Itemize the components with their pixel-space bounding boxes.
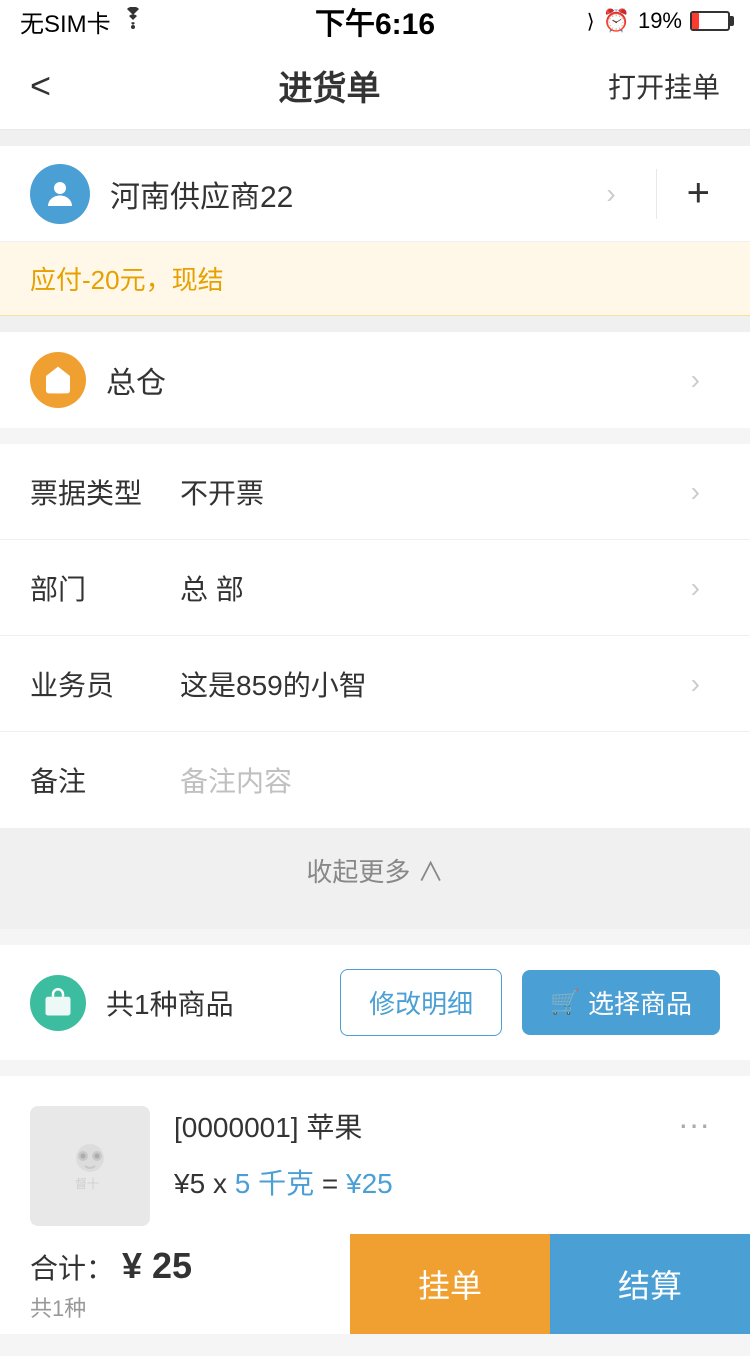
wifi-icon bbox=[119, 7, 147, 36]
total-sub: 共1种 bbox=[30, 1291, 320, 1323]
status-right: ⟩ ⏰ 19% bbox=[587, 8, 730, 34]
status-bar: 无SIM卡 下午6:16 ⟩ ⏰ 19% bbox=[0, 0, 750, 42]
section-gap-2 bbox=[0, 316, 750, 332]
edit-detail-button[interactable]: 修改明细 bbox=[340, 969, 502, 1036]
person-icon bbox=[42, 176, 78, 212]
department-value: 总 部 bbox=[160, 568, 691, 608]
department-chevron-icon: › bbox=[691, 572, 700, 604]
supplier-name: 河南供应商22 bbox=[110, 172, 606, 216]
time-display: 下午6:16 bbox=[315, 0, 435, 43]
total-section: 合计： ¥ 25 共1种 bbox=[0, 1245, 350, 1323]
product-count-label: 共1种商品 bbox=[106, 983, 320, 1023]
salesperson-chevron-icon: › bbox=[691, 668, 700, 700]
product-header: 共1种商品 修改明细 🛒 选择商品 bbox=[0, 945, 750, 1060]
salesperson-row[interactable]: 业务员 这是859的小智 › bbox=[0, 636, 750, 732]
invoice-type-row[interactable]: 票据类型 不开票 › bbox=[0, 444, 750, 540]
page-title: 进货单 bbox=[279, 61, 381, 110]
back-button[interactable]: < bbox=[30, 65, 51, 107]
form-section: 票据类型 不开票 › 部门 总 部 › 业务员 这是859的小智 › 备注 备注… bbox=[0, 444, 750, 828]
product-info: [0000001] 苹果 ¥5 x 5 千克 = ¥25 bbox=[174, 1106, 644, 1202]
notice-banner: 应付-20元，现结 bbox=[0, 242, 750, 316]
product-thumbnail: 督十 bbox=[30, 1106, 150, 1226]
open-pending-button[interactable]: 打开挂单 bbox=[608, 66, 720, 106]
battery-icon bbox=[690, 11, 730, 31]
supplier-chevron-icon: › bbox=[606, 178, 615, 210]
section-gap-3 bbox=[0, 913, 750, 929]
product-price: ¥5 x 5 千克 = ¥25 bbox=[174, 1162, 644, 1202]
remark-row[interactable]: 备注 备注内容 bbox=[0, 732, 750, 828]
status-left: 无SIM卡 bbox=[20, 4, 147, 39]
product-name: [0000001] 苹果 bbox=[174, 1106, 644, 1146]
remark-label: 备注 bbox=[30, 760, 160, 800]
department-label: 部门 bbox=[30, 568, 160, 608]
product-more-button[interactable]: ··· bbox=[668, 1106, 720, 1143]
invoice-type-value: 不开票 bbox=[160, 472, 691, 512]
product-card: 督十 [0000001] 苹果 ¥5 x 5 千克 = ¥25 ··· bbox=[0, 1076, 750, 1256]
total-label: 合计： bbox=[30, 1247, 114, 1287]
checkout-button[interactable]: 结算 bbox=[550, 1234, 750, 1334]
hang-order-button[interactable]: 挂单 bbox=[350, 1234, 550, 1334]
cart-icon: 🛒 bbox=[550, 988, 580, 1017]
salesperson-value: 这是859的小智 bbox=[160, 664, 691, 704]
select-product-button[interactable]: 🛒 选择商品 bbox=[522, 970, 720, 1035]
warehouse-chevron-icon: › bbox=[691, 364, 700, 396]
bottom-bar: 合计： ¥ 25 共1种 挂单 结算 bbox=[0, 1234, 750, 1334]
owl-logo-icon: 督十 bbox=[60, 1136, 120, 1196]
invoice-type-chevron-icon: › bbox=[691, 476, 700, 508]
invoice-type-label: 票据类型 bbox=[30, 472, 160, 512]
supplier-row[interactable]: 河南供应商22 › + bbox=[0, 146, 750, 242]
total-amount: ¥ 25 bbox=[122, 1245, 192, 1287]
shopping-bag-icon bbox=[43, 988, 73, 1018]
alarm-icon: ⏰ bbox=[603, 8, 630, 34]
supplier-divider bbox=[656, 169, 657, 219]
carrier-label: 无SIM卡 bbox=[20, 4, 111, 39]
remark-input[interactable]: 备注内容 bbox=[160, 760, 720, 800]
department-row[interactable]: 部门 总 部 › bbox=[0, 540, 750, 636]
add-supplier-button[interactable]: + bbox=[677, 171, 720, 216]
supplier-avatar bbox=[30, 164, 90, 224]
warehouse-row[interactable]: 总仓 › bbox=[0, 332, 750, 428]
salesperson-label: 业务员 bbox=[30, 664, 160, 704]
location-icon: ⟩ bbox=[587, 9, 595, 34]
product-icon bbox=[30, 975, 86, 1031]
section-gap-1 bbox=[0, 130, 750, 146]
collapse-button[interactable]: 收起更多 ∧ bbox=[0, 828, 750, 913]
nav-bar: < 进货单 打开挂单 bbox=[0, 42, 750, 130]
warehouse-icon bbox=[30, 352, 86, 408]
total-main: 合计： ¥ 25 bbox=[30, 1245, 320, 1287]
svg-text:督十: 督十 bbox=[75, 1176, 99, 1191]
battery-pct: 19% bbox=[638, 8, 682, 34]
home-icon bbox=[42, 364, 74, 396]
warehouse-name: 总仓 bbox=[106, 358, 691, 402]
